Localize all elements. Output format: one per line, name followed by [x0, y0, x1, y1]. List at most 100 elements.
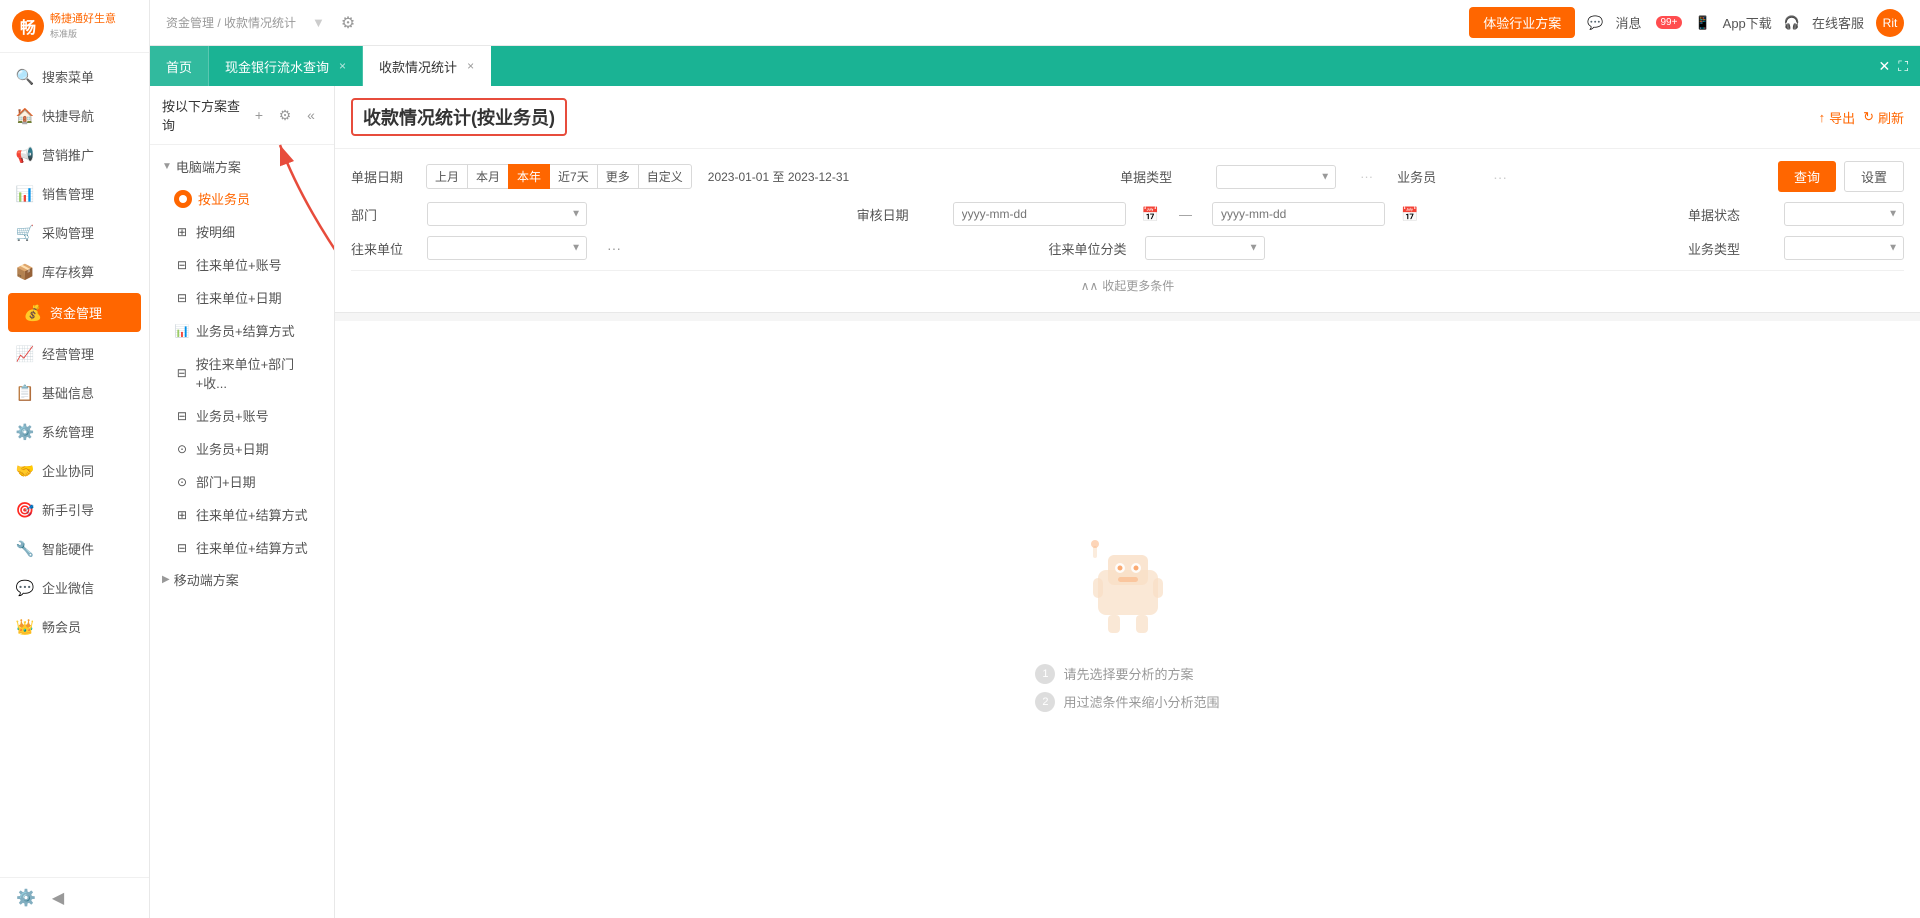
- tab-bank-flow[interactable]: 现金银行流水查询 ×: [209, 46, 363, 86]
- date-range-text: 2023-01-01 至 2023-12-31: [708, 168, 849, 185]
- sidebar-item-basic[interactable]: 📋 基础信息: [0, 373, 149, 412]
- empty-step-2: 2 用过滤条件来缩小分析范围: [1035, 692, 1219, 712]
- scheme-item-unit-settlement2[interactable]: ⊟ 往来单位+结算方式: [150, 531, 334, 564]
- date-tab-7days[interactable]: 近7天: [549, 164, 598, 189]
- sidebar-item-sales[interactable]: 📊 销售管理: [0, 174, 149, 213]
- date-tab-custom[interactable]: 自定义: [638, 164, 692, 189]
- scheme-item-unit-account[interactable]: ⊟ 往来单位+账号: [150, 248, 334, 281]
- query-button[interactable]: 查询: [1778, 161, 1836, 192]
- trial-button[interactable]: 体验行业方案: [1469, 7, 1575, 38]
- tab-home[interactable]: 首页: [150, 46, 209, 86]
- scheme-group-desktop: ▼ 电脑端方案 按业务员 ⊞ 按明细 ⊟: [150, 151, 334, 564]
- date-tab-this-year[interactable]: 本年: [508, 164, 550, 189]
- unit-category-select[interactable]: [1145, 236, 1265, 260]
- unit-ellipsis-btn[interactable]: ···: [603, 240, 625, 256]
- date-tab-last-month[interactable]: 上月: [426, 164, 468, 189]
- sidebar-item-label: 搜索菜单: [42, 67, 94, 86]
- scheme-item-label: 按往来单位+部门+收...: [196, 354, 322, 392]
- fund-icon: 💰: [24, 304, 42, 322]
- gear-settings-icon[interactable]: ⚙: [341, 13, 355, 33]
- sidebar-item-hardware[interactable]: 🔧 智能硬件: [0, 529, 149, 568]
- scheme-item-label: 业务员+结算方式: [196, 321, 295, 340]
- unit-select[interactable]: [427, 236, 587, 260]
- calendar-icon-from[interactable]: 📅: [1142, 206, 1159, 223]
- scheme-settings-btn[interactable]: ⚙: [274, 104, 296, 126]
- refresh-button[interactable]: ↻ 刷新: [1863, 108, 1904, 127]
- salesman-more-icon[interactable]: ···: [1493, 169, 1507, 185]
- right-panel: 收款情况统计(按业务员) ↑ 导出 ↻ 刷新 单据日期: [335, 86, 1920, 918]
- main-area: 资金管理 / 收款情况统计 ▼ ⚙ 体验行业方案 💬 消息 99+ 📱 App下…: [150, 0, 1920, 918]
- unit-category-label: 往来单位分类: [1049, 239, 1129, 258]
- collapse-label: 收起更多条件: [1102, 277, 1174, 294]
- sidebar-item-guide[interactable]: 🎯 新手引导: [0, 490, 149, 529]
- app-download-group[interactable]: 📱 App下载: [1694, 13, 1771, 32]
- review-date-from-input[interactable]: [953, 202, 1126, 226]
- scheme-item-unit-settlement1[interactable]: ⊞ 往来单位+结算方式: [150, 498, 334, 531]
- sidebar-item-quick-nav[interactable]: 🏠 快捷导航: [0, 96, 149, 135]
- collapse-conditions-btn[interactable]: ∧∧ 收起更多条件: [351, 270, 1904, 300]
- business-type-label: 业务类型: [1688, 239, 1768, 258]
- scheme-item-label: 按明细: [196, 222, 235, 241]
- scheme-item-salesman-date[interactable]: ⊙ 业务员+日期: [150, 432, 334, 465]
- user-avatar[interactable]: Rit: [1876, 9, 1904, 37]
- scheme-item-salesman-account[interactable]: ⊟ 业务员+账号: [150, 399, 334, 432]
- message-badge: 99+: [1656, 16, 1683, 29]
- scheme-group-desktop-header[interactable]: ▼ 电脑端方案: [150, 151, 334, 182]
- tab-bank-flow-close[interactable]: ×: [339, 59, 346, 73]
- scheme-group-mobile-header[interactable]: ▶ 移动端方案: [150, 564, 334, 595]
- add-scheme-btn[interactable]: +: [248, 104, 270, 126]
- logo-icon: 畅: [12, 10, 44, 42]
- scheme-item-dept-date[interactable]: ⊙ 部门+日期: [150, 465, 334, 498]
- scheme-item-label: 往来单位+结算方式: [196, 538, 308, 557]
- collapse-panel-btn[interactable]: «: [300, 104, 322, 126]
- phone-icon: 📱: [1694, 15, 1710, 31]
- date-tab-this-month[interactable]: 本月: [467, 164, 509, 189]
- calendar-icon-to[interactable]: 📅: [1401, 206, 1418, 223]
- search-icon: 🔍: [16, 68, 34, 86]
- unit-settlement2-icon: ⊟: [174, 540, 190, 556]
- window-maximize-icon[interactable]: ⛶: [1898, 58, 1908, 75]
- sidebar-item-search-menu[interactable]: 🔍 搜索菜单: [0, 57, 149, 96]
- business-type-select[interactable]: [1784, 236, 1904, 260]
- refresh-icon: ↻: [1863, 109, 1874, 125]
- sidebar-item-label: 经营管理: [42, 344, 94, 363]
- tab-collection-stats[interactable]: 收款情况统计 ×: [363, 46, 491, 86]
- sidebar-item-wechat[interactable]: 💬 企业微信: [0, 568, 149, 607]
- sidebar-item-system[interactable]: ⚙️ 系统管理: [0, 412, 149, 451]
- tab-collection-stats-close[interactable]: ×: [467, 59, 474, 73]
- user-avatar-text: Rit: [1883, 16, 1898, 30]
- voucher-type-select[interactable]: [1216, 165, 1336, 189]
- sidebar-item-fund[interactable]: 💰 资金管理: [8, 293, 141, 332]
- sidebar-item-marketing[interactable]: 📢 营销推广: [0, 135, 149, 174]
- online-service-label: 在线客服: [1812, 13, 1864, 32]
- group-arrow-icon: ▼: [162, 161, 172, 172]
- scheme-item-unit-dept-collect[interactable]: ⊟ 按往来单位+部门+收...: [150, 347, 334, 399]
- voucher-status-label: 单据状态: [1688, 205, 1768, 224]
- dept-select[interactable]: [427, 202, 587, 226]
- setting-button[interactable]: 设置: [1844, 161, 1904, 192]
- scheme-item-salesman-settlement[interactable]: 📊 业务员+结算方式: [150, 314, 334, 347]
- sidebar-collapse-btn[interactable]: ◀: [52, 888, 64, 908]
- scheme-item-by-detail[interactable]: ⊞ 按明细: [150, 215, 334, 248]
- sidebar-item-operations[interactable]: 📈 经营管理: [0, 334, 149, 373]
- review-date-to-input[interactable]: [1212, 202, 1385, 226]
- scheme-item-by-salesman[interactable]: 按业务员: [150, 182, 334, 215]
- message-label: 消息: [1615, 13, 1641, 32]
- message-group[interactable]: 💬 消息 99+: [1587, 13, 1682, 32]
- voucher-status-select[interactable]: [1784, 202, 1904, 226]
- message-icon: 💬: [1587, 15, 1603, 31]
- sidebar-item-member[interactable]: 👑 畅会员: [0, 607, 149, 646]
- sidebar-item-inventory[interactable]: 📦 库存核算: [0, 252, 149, 291]
- online-service-group[interactable]: 🎧 在线客服: [1784, 13, 1864, 32]
- scheme-item-unit-date[interactable]: ⊟ 往来单位+日期: [150, 281, 334, 314]
- date-separator: —: [1179, 207, 1192, 222]
- scheme-item-label: 部门+日期: [196, 472, 256, 491]
- date-tab-more[interactable]: 更多: [597, 164, 639, 189]
- export-button[interactable]: ↑ 导出: [1819, 108, 1856, 127]
- sidebar-settings-btn[interactable]: ⚙️: [16, 888, 36, 908]
- sidebar-item-enterprise[interactable]: 🤝 企业协同: [0, 451, 149, 490]
- window-close-icon[interactable]: ✕: [1878, 58, 1890, 75]
- sidebar-item-purchase[interactable]: 🛒 采购管理: [0, 213, 149, 252]
- salesman-settlement-icon: 📊: [174, 323, 190, 339]
- filter-area: 单据日期 上月 本月 本年 近7天 更多 自定义 2023-01-01 至 20…: [335, 149, 1920, 313]
